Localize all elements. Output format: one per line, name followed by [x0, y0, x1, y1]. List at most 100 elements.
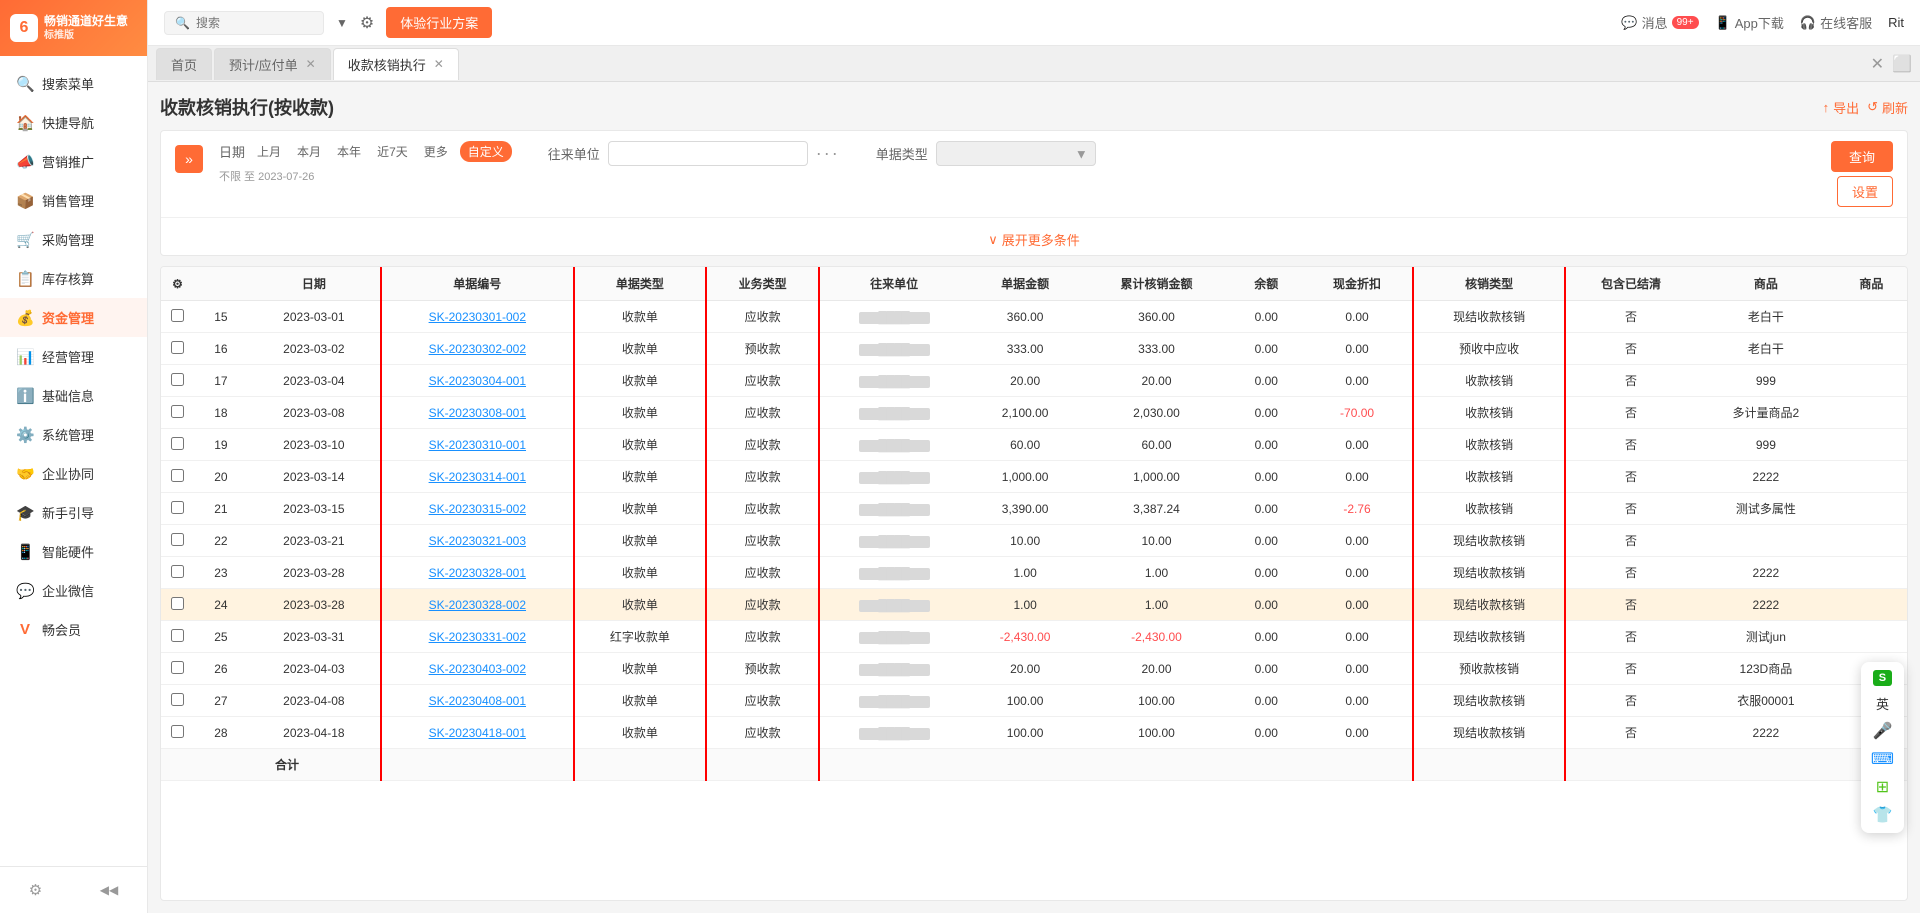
date-btn-last-month[interactable]: 上月: [253, 141, 285, 162]
row-checkbox[interactable]: [171, 437, 184, 450]
row-checkbox[interactable]: [171, 341, 184, 354]
doc-no-link[interactable]: SK-20230310-001: [429, 438, 526, 452]
cell-doc-no[interactable]: SK-20230408-001: [381, 685, 574, 717]
sidebar-item-finance[interactable]: 💰 资金管理: [0, 298, 147, 337]
sidebar-item-wechat[interactable]: 💬 企业微信: [0, 571, 147, 610]
row-checkbox[interactable]: [171, 661, 184, 674]
sidebar-item-operations[interactable]: 📊 经营管理: [0, 337, 147, 376]
cell-doc-no[interactable]: SK-20230304-001: [381, 365, 574, 397]
sidebar-collapse-btn[interactable]: ◀◀: [92, 879, 126, 901]
doc-no-link[interactable]: SK-20230321-003: [429, 534, 526, 548]
sidebar-item-marketing[interactable]: 📣 营销推广: [0, 142, 147, 181]
maximize-btn[interactable]: ⬜: [1892, 54, 1912, 74]
filter-setting-btn[interactable]: 设置: [1837, 176, 1893, 207]
row-checkbox[interactable]: [171, 373, 184, 386]
sidebar-settings-btn[interactable]: ⚙: [21, 877, 50, 903]
cell-checkbox[interactable]: [161, 493, 194, 525]
close-window-btn[interactable]: ✕: [1871, 54, 1884, 74]
partner-input[interactable]: [608, 141, 808, 166]
cell-checkbox[interactable]: [161, 685, 194, 717]
row-checkbox[interactable]: [171, 405, 184, 418]
industry-btn[interactable]: 体验行业方案: [386, 7, 492, 38]
doc-no-link[interactable]: SK-20230315-002: [429, 502, 526, 516]
sidebar-item-enterprise[interactable]: 🤝 企业协同: [0, 454, 147, 493]
row-checkbox[interactable]: [171, 597, 184, 610]
filter-expand-toggle[interactable]: »: [175, 145, 203, 173]
sidebar-item-system[interactable]: ⚙️ 系统管理: [0, 415, 147, 454]
sidebar-item-basic[interactable]: ℹ️ 基础信息: [0, 376, 147, 415]
grid-icon[interactable]: ⊞: [1876, 777, 1889, 797]
row-checkbox[interactable]: [171, 533, 184, 546]
tab-prepay-close[interactable]: ✕: [306, 57, 316, 71]
sidebar-item-purchase[interactable]: 🛒 采购管理: [0, 220, 147, 259]
query-btn[interactable]: 查询: [1831, 141, 1893, 172]
doc-no-link[interactable]: SK-20230331-002: [429, 630, 526, 644]
doc-no-link[interactable]: SK-20230302-002: [429, 342, 526, 356]
cell-doc-no[interactable]: SK-20230321-003: [381, 525, 574, 557]
refresh-btn[interactable]: ↺ 刷新: [1867, 98, 1908, 117]
doc-no-link[interactable]: SK-20230301-002: [429, 310, 526, 324]
cell-doc-no[interactable]: SK-20230301-002: [381, 301, 574, 333]
row-checkbox[interactable]: [171, 309, 184, 322]
doc-no-link[interactable]: SK-20230308-001: [429, 406, 526, 420]
cell-doc-no[interactable]: SK-20230328-001: [381, 557, 574, 589]
date-custom-btn[interactable]: 自定义: [460, 141, 512, 162]
shirt-icon[interactable]: 👕: [1872, 805, 1892, 825]
cell-doc-no[interactable]: SK-20230314-001: [381, 461, 574, 493]
col-header-settings[interactable]: ⚙: [161, 267, 194, 301]
settings-icon[interactable]: ⚙: [360, 13, 374, 33]
sidebar-item-search[interactable]: 🔍 搜索菜单: [0, 64, 147, 103]
cell-checkbox[interactable]: [161, 365, 194, 397]
tab-collect[interactable]: 收款核销执行 ✕: [333, 48, 459, 80]
cell-checkbox[interactable]: [161, 333, 194, 365]
cell-doc-no[interactable]: SK-20230315-002: [381, 493, 574, 525]
cell-checkbox[interactable]: [161, 589, 194, 621]
keyboard-icon[interactable]: ⌨: [1871, 749, 1894, 769]
cell-checkbox[interactable]: [161, 301, 194, 333]
cell-checkbox[interactable]: [161, 429, 194, 461]
cell-checkbox[interactable]: [161, 717, 194, 749]
sidebar-item-shortcut[interactable]: 🏠 快捷导航: [0, 103, 147, 142]
user-name[interactable]: Rit: [1888, 15, 1904, 30]
row-checkbox[interactable]: [171, 501, 184, 514]
app-download-action[interactable]: 📱 App下载: [1715, 13, 1784, 32]
doc-no-link[interactable]: SK-20230403-002: [429, 662, 526, 676]
tab-collect-close[interactable]: ✕: [434, 57, 444, 71]
row-checkbox[interactable]: [171, 469, 184, 482]
cell-doc-no[interactable]: SK-20230331-002: [381, 621, 574, 653]
cell-doc-no[interactable]: SK-20230328-002: [381, 589, 574, 621]
export-btn[interactable]: ↑ 导出: [1823, 98, 1860, 117]
doc-no-link[interactable]: SK-20230314-001: [429, 470, 526, 484]
doc-no-link[interactable]: SK-20230418-001: [429, 726, 526, 740]
cell-checkbox[interactable]: [161, 621, 194, 653]
message-action[interactable]: 💬 消息 99+: [1621, 13, 1698, 32]
row-checkbox[interactable]: [171, 725, 184, 738]
cell-doc-no[interactable]: SK-20230308-001: [381, 397, 574, 429]
row-checkbox[interactable]: [171, 565, 184, 578]
cell-checkbox[interactable]: [161, 461, 194, 493]
row-checkbox[interactable]: [171, 693, 184, 706]
sidebar-item-sales[interactable]: 📦 销售管理: [0, 181, 147, 220]
more-dots[interactable]: ···: [816, 143, 840, 164]
search-input[interactable]: [196, 16, 313, 30]
cell-checkbox[interactable]: [161, 397, 194, 429]
online-service-action[interactable]: 🎧 在线客服: [1800, 13, 1872, 32]
table-container[interactable]: ⚙ 日期 单据编号 单据类型 业务类型 往来单位 单据金额 累计核销金额 余额 …: [160, 266, 1908, 901]
tab-prepay[interactable]: 预计/应付单 ✕: [214, 48, 331, 80]
tab-home[interactable]: 首页: [156, 48, 212, 80]
sidebar-item-guide[interactable]: 🎓 新手引导: [0, 493, 147, 532]
doctype-select[interactable]: [936, 141, 1096, 166]
doc-no-link[interactable]: SK-20230304-001: [429, 374, 526, 388]
date-btn-this-month[interactable]: 本月: [293, 141, 325, 162]
doc-no-link[interactable]: SK-20230328-002: [429, 598, 526, 612]
sidebar-item-hardware[interactable]: 📱 智能硬件: [0, 532, 147, 571]
doc-no-link[interactable]: SK-20230408-001: [429, 694, 526, 708]
cell-checkbox[interactable]: [161, 557, 194, 589]
date-btn-this-year[interactable]: 本年: [333, 141, 365, 162]
dropdown-arrow-icon[interactable]: ▼: [336, 16, 348, 30]
cell-doc-no[interactable]: SK-20230302-002: [381, 333, 574, 365]
date-btn-more[interactable]: 更多: [420, 141, 452, 162]
cell-doc-no[interactable]: SK-20230310-001: [381, 429, 574, 461]
cell-doc-no[interactable]: SK-20230403-002: [381, 653, 574, 685]
sidebar-item-member[interactable]: V 畅会员: [0, 610, 147, 649]
